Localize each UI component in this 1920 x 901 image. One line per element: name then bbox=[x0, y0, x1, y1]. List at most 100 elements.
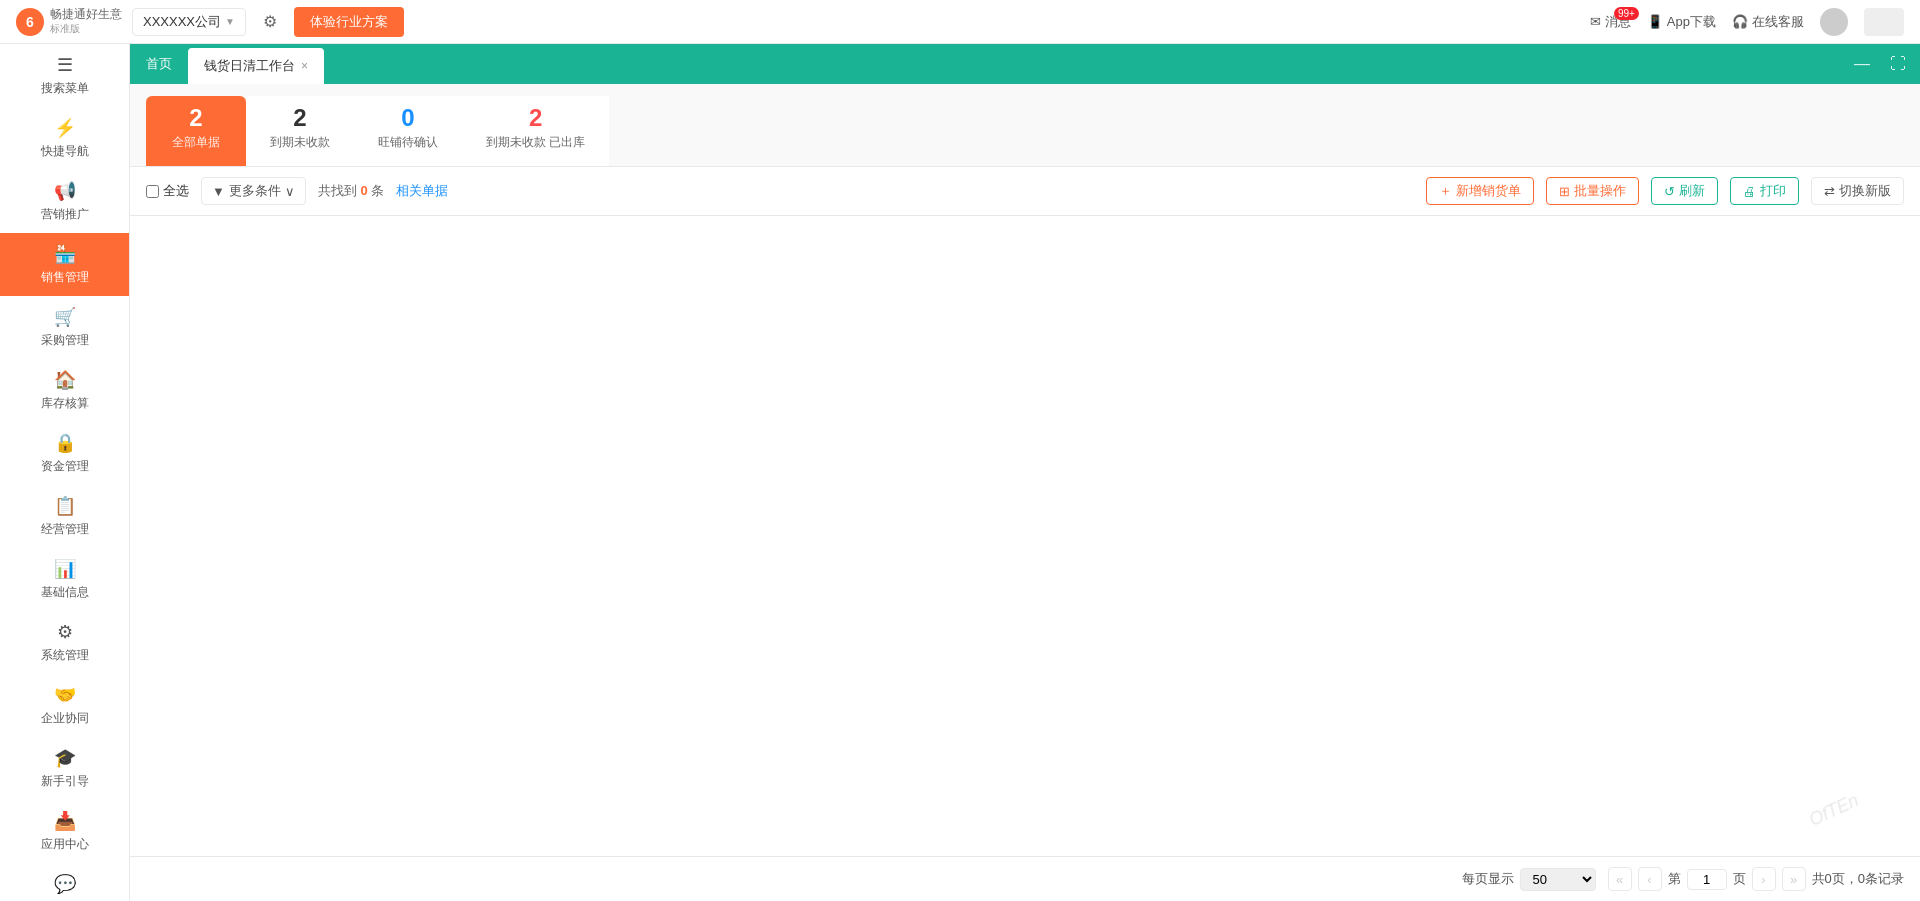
found-unit: 条 bbox=[371, 183, 384, 198]
trial-button[interactable]: 体验行业方案 bbox=[294, 7, 404, 37]
first-page-button[interactable]: « bbox=[1608, 867, 1632, 891]
sidebar-item-enterprise-wechat[interactable]: 💬 企业微信 bbox=[0, 863, 129, 901]
page-label: 第 bbox=[1668, 870, 1681, 888]
stat-tab-overdue-uncollect[interactable]: 2 到期未收款 bbox=[246, 96, 354, 166]
stat-tab-overdue-unshipped[interactable]: 2 到期未收款 已出库 bbox=[462, 96, 609, 166]
app-download-icon: 📱 bbox=[1647, 14, 1663, 29]
sidebar-label-basic-info: 基础信息 bbox=[41, 584, 89, 601]
message-badge: 99+ bbox=[1614, 7, 1639, 20]
inventory-icon: 🏠 bbox=[54, 369, 76, 391]
add-sales-bill-button[interactable]: ＋ 新增销货单 bbox=[1426, 177, 1534, 205]
online-service-button[interactable]: 🎧 在线客服 bbox=[1732, 13, 1804, 31]
last-page-button[interactable]: » bbox=[1782, 867, 1806, 891]
sidebar-label-newbie-guide: 新手引导 bbox=[41, 773, 89, 790]
switch-icon: ⇄ bbox=[1824, 184, 1835, 199]
sidebar-item-app-center[interactable]: 📥 应用中心 bbox=[0, 800, 129, 863]
stat-label-all: 全部单据 bbox=[172, 134, 220, 151]
sidebar-item-purchase[interactable]: 🛒 采购管理 bbox=[0, 296, 129, 359]
app-download-button[interactable]: 📱 App下载 bbox=[1647, 13, 1716, 31]
sidebar-item-system[interactable]: ⚙ 系统管理 bbox=[0, 611, 129, 674]
company-name: XXXXXX公司 bbox=[143, 13, 221, 31]
layout: ☰ 搜索菜单 ⚡ 快捷导航 📢 营销推广 🏪 销售管理 🛒 采购管理 🏠 库存核… bbox=[0, 44, 1920, 901]
switch-version-button[interactable]: ⇄ 切换新版 bbox=[1811, 177, 1904, 205]
search-menu-icon: ☰ bbox=[57, 54, 73, 76]
sidebar-item-search-menu[interactable]: ☰ 搜索菜单 bbox=[0, 44, 129, 107]
company-selector[interactable]: XXXXXX公司 ▼ bbox=[132, 8, 246, 36]
batch-icon: ⊞ bbox=[1559, 184, 1570, 199]
tab-maximize-button[interactable]: ⛶ bbox=[1884, 50, 1912, 78]
select-all-label: 全选 bbox=[163, 182, 189, 200]
purchase-icon: 🛒 bbox=[54, 306, 76, 328]
sidebar-item-quick-nav[interactable]: ⚡ 快捷导航 bbox=[0, 107, 129, 170]
toolbar-right: ＋ 新增销货单 ⊞ 批量操作 ↺ 刷新 🖨 打印 bbox=[1426, 177, 1904, 205]
sidebar-item-sales[interactable]: 🏪 销售管理 bbox=[0, 233, 129, 296]
batch-operation-button[interactable]: ⊞ 批量操作 bbox=[1546, 177, 1639, 205]
per-page-area: 每页显示 10 20 50 100 bbox=[1462, 868, 1596, 891]
stat-num-overdue-unshipped: 2 bbox=[529, 104, 542, 132]
tab-bar-actions: — ⛶ bbox=[1848, 50, 1920, 78]
sidebar-item-inventory[interactable]: 🏠 库存核算 bbox=[0, 359, 129, 422]
refresh-icon: ↺ bbox=[1664, 184, 1675, 199]
related-bill-link[interactable]: 相关单据 bbox=[396, 182, 448, 200]
main-area: 首页 钱货日清工作台 × — ⛶ 2 全部单据 2 到期未收款 bbox=[130, 44, 1920, 901]
table-area bbox=[130, 216, 1920, 856]
sidebar-item-enterprise-coop[interactable]: 🤝 企业协同 bbox=[0, 674, 129, 737]
user-name-area[interactable] bbox=[1864, 8, 1904, 36]
tab-minimize-button[interactable]: — bbox=[1848, 50, 1876, 78]
sidebar-label-quick-nav: 快捷导航 bbox=[41, 143, 89, 160]
stat-label-overdue-uncollect: 到期未收款 bbox=[270, 134, 330, 151]
filter-label: 更多条件 bbox=[229, 182, 281, 200]
refresh-label: 刷新 bbox=[1679, 182, 1705, 200]
batch-label: 批量操作 bbox=[1574, 182, 1626, 200]
avatar[interactable] bbox=[1820, 8, 1848, 36]
quick-nav-icon: ⚡ bbox=[54, 117, 76, 139]
tab-cash-daily[interactable]: 钱货日清工作台 × bbox=[188, 48, 324, 84]
chevron-down-icon: ▼ bbox=[225, 16, 235, 27]
message-button[interactable]: ✉ 消息 99+ bbox=[1590, 13, 1631, 31]
enterprise-coop-icon: 🤝 bbox=[54, 684, 76, 706]
add-icon: ＋ bbox=[1439, 182, 1452, 200]
online-service-label: 在线客服 bbox=[1752, 13, 1804, 31]
print-button[interactable]: 🖨 打印 bbox=[1730, 177, 1799, 205]
filter-button[interactable]: ▼ 更多条件 ∨ bbox=[201, 177, 306, 205]
sidebar-item-newbie-guide[interactable]: 🎓 新手引导 bbox=[0, 737, 129, 800]
system-icon: ⚙ bbox=[57, 621, 73, 643]
stat-label-wangpu-pending: 旺铺待确认 bbox=[378, 134, 438, 151]
page-input[interactable] bbox=[1687, 869, 1727, 890]
per-page-select[interactable]: 10 20 50 100 bbox=[1520, 868, 1596, 891]
sidebar-item-capital[interactable]: 🔒 资金管理 bbox=[0, 422, 129, 485]
settings-icon[interactable]: ⚙ bbox=[256, 8, 284, 36]
tab-close-icon[interactable]: × bbox=[301, 59, 308, 73]
sidebar-label-system: 系统管理 bbox=[41, 647, 89, 664]
sidebar: ☰ 搜索菜单 ⚡ 快捷导航 📢 营销推广 🏪 销售管理 🛒 采购管理 🏠 库存核… bbox=[0, 44, 130, 901]
logo-area: 6 畅捷通好生意 标准版 bbox=[16, 7, 122, 37]
sidebar-label-app-center: 应用中心 bbox=[41, 836, 89, 853]
top-bar: 6 畅捷通好生意 标准版 XXXXXX公司 ▼ ⚙ 体验行业方案 ✉ 消息 99… bbox=[0, 0, 1920, 44]
refresh-button[interactable]: ↺ 刷新 bbox=[1651, 177, 1718, 205]
service-icon: 🎧 bbox=[1732, 14, 1748, 29]
select-all-checkbox[interactable] bbox=[146, 185, 159, 198]
operation-icon: 📋 bbox=[54, 495, 76, 517]
stat-num-overdue-uncollect: 2 bbox=[293, 104, 306, 132]
sidebar-item-operation[interactable]: 📋 经营管理 bbox=[0, 485, 129, 548]
sidebar-label-purchase: 采购管理 bbox=[41, 332, 89, 349]
sidebar-item-basic-info[interactable]: 📊 基础信息 bbox=[0, 548, 129, 611]
switch-label: 切换新版 bbox=[1839, 182, 1891, 200]
prev-page-button[interactable]: ‹ bbox=[1638, 867, 1662, 891]
stat-tab-all[interactable]: 2 全部单据 bbox=[146, 96, 246, 166]
logo-text-area: 畅捷通好生意 标准版 bbox=[50, 7, 122, 37]
basic-info-icon: 📊 bbox=[54, 558, 76, 580]
logo-main-text: 畅捷通好生意 bbox=[50, 7, 122, 23]
stat-num-wangpu-pending: 0 bbox=[401, 104, 414, 132]
stat-label-overdue-unshipped: 到期未收款 已出库 bbox=[486, 134, 585, 151]
pagination: « ‹ 第 页 › » 共0页，0条记录 bbox=[1608, 867, 1904, 891]
select-all-area[interactable]: 全选 bbox=[146, 182, 189, 200]
stat-num-all: 2 bbox=[189, 104, 202, 132]
next-page-button[interactable]: › bbox=[1752, 867, 1776, 891]
filter-icon: ▼ bbox=[212, 184, 225, 199]
sidebar-item-marketing[interactable]: 📢 营销推广 bbox=[0, 170, 129, 233]
tab-home[interactable]: 首页 bbox=[130, 44, 188, 84]
app-download-label: App下载 bbox=[1667, 13, 1716, 31]
toolbar: 全选 ▼ 更多条件 ∨ 共找到 0 条 相关单据 bbox=[130, 167, 1920, 216]
stat-tab-wangpu-pending[interactable]: 0 旺铺待确认 bbox=[354, 96, 462, 166]
